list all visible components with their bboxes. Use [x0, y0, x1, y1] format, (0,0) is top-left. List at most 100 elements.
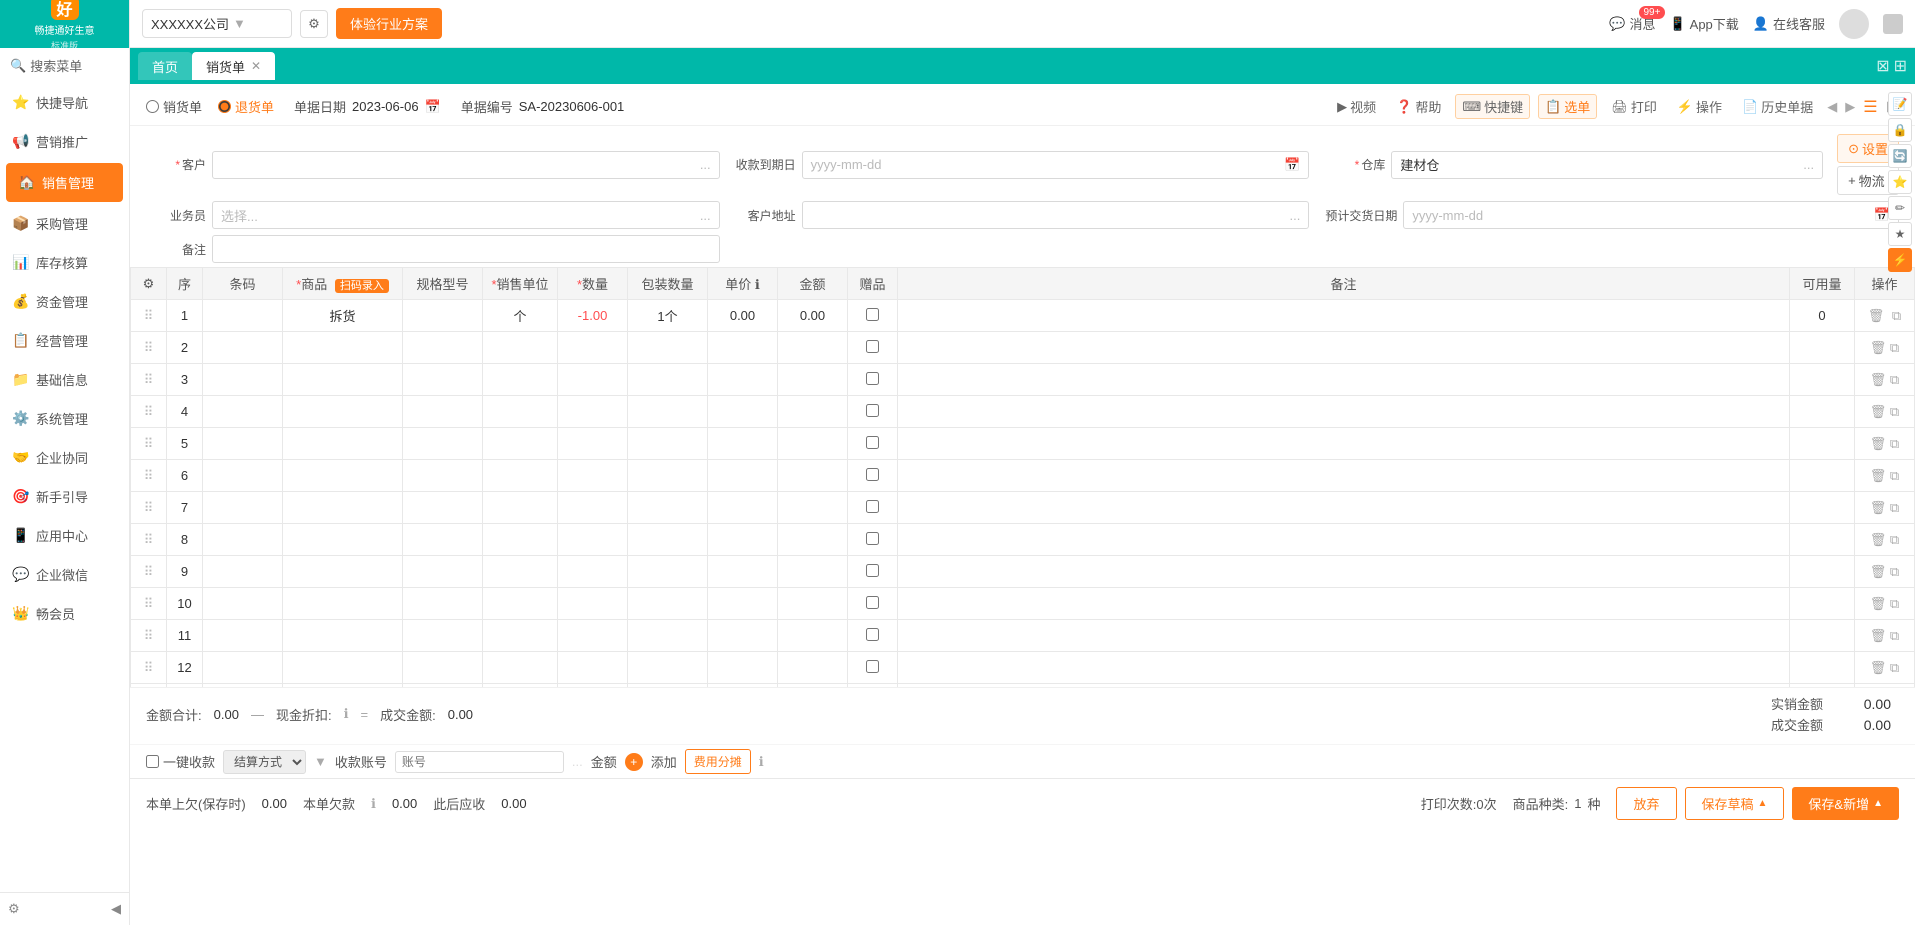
tab-grid-icon[interactable]: ⊞ [1894, 56, 1907, 76]
video-btn[interactable]: ▶ 视频 [1331, 94, 1382, 119]
tab-close-icon[interactable]: ✕ [251, 59, 261, 73]
account-input[interactable] [395, 751, 564, 773]
col-pkgqty: 包装数量 [628, 268, 708, 300]
customer-input[interactable]: ... [212, 151, 720, 179]
calendar-icon[interactable]: 📅 [425, 99, 441, 115]
history-btn[interactable]: 📄 历史单据 [1736, 94, 1819, 119]
row1-delete-icon[interactable]: 🗑 [1868, 308, 1885, 323]
warehouse-input[interactable]: 建材仓 ... [1391, 151, 1823, 179]
sidebar-search[interactable]: 🔍 搜索菜单 [0, 48, 129, 83]
settings-gear-icon[interactable]: ⚙ [8, 901, 20, 917]
sidebar-item-marketing[interactable]: 📢 营销推广 [0, 122, 129, 161]
radio-sales-input[interactable] [146, 100, 159, 113]
row1-product[interactable]: 拆货 [283, 300, 403, 332]
app-download-btn[interactable]: 📱 App下载 [1669, 14, 1738, 33]
sidebar-item-shortcut[interactable]: ⭐ 快捷导航 [0, 83, 129, 122]
col-notes: 备注 [898, 268, 1790, 300]
row1-barcode[interactable] [203, 300, 283, 332]
side-btn-6[interactable]: ★ [1888, 222, 1912, 246]
user-avatar[interactable] [1839, 9, 1869, 39]
product-type-suffix: 种 [1587, 794, 1600, 813]
row1-gift[interactable] [848, 300, 898, 332]
row1-price[interactable]: 0.00 [708, 300, 778, 332]
col-barcode: 条码 [203, 268, 283, 300]
member-icon: 👑 [12, 605, 30, 623]
row1-amount[interactable]: 0.00 [778, 300, 848, 332]
one-click-payment[interactable]: 一键收款 [146, 752, 215, 771]
sidebar-item-sales[interactable]: 🏠 销售管理 [6, 163, 123, 202]
expected-collect-label: 此后应收 [433, 794, 485, 813]
print-btn[interactable]: 🖨 打印 [1605, 94, 1663, 119]
cash-discount-label: 现金折扣: [276, 705, 332, 724]
experience-btn[interactable]: 体验行业方案 [336, 8, 442, 39]
save-draft-btn[interactable]: 保存草稿 ▲ [1685, 787, 1785, 820]
side-btn-orange[interactable]: ⚡ [1888, 248, 1912, 272]
ops-label: 经营管理 [36, 331, 88, 350]
choose-order-btn[interactable]: 📋 选单 [1538, 94, 1597, 119]
close-all-tabs-icon[interactable]: ⊠ [1876, 56, 1889, 76]
company-selector[interactable]: XXXXXX公司 ▼ [142, 9, 292, 38]
expense-btn[interactable]: 费用分摊 [685, 749, 751, 774]
sidebar-item-purchase[interactable]: 📦 采购管理 [0, 204, 129, 243]
side-btn-4[interactable]: ⭐ [1888, 170, 1912, 194]
row1-spec[interactable] [403, 300, 483, 332]
abandon-btn[interactable]: 放弃 [1616, 787, 1676, 820]
sidebar-item-member[interactable]: 👑 畅会员 [0, 594, 129, 633]
due-date-placeholder: yyyy-mm-dd [811, 157, 882, 172]
row1-notes[interactable] [898, 300, 1790, 332]
due-date-input[interactable]: yyyy-mm-dd 📅 [802, 151, 1310, 179]
sidebar-item-collab[interactable]: 🤝 企业协同 [0, 438, 129, 477]
amount-total-val: 0.00 [214, 707, 239, 722]
apps-icon: 📱 [12, 527, 30, 545]
sidebar-item-apps[interactable]: 📱 应用中心 [0, 516, 129, 555]
warehouse-value: 建材仓 [1400, 155, 1439, 174]
side-btn-2[interactable]: 🔒 [1888, 118, 1912, 142]
row1-qty[interactable]: -1.00 [558, 300, 628, 332]
method-select[interactable]: 结算方式 [223, 750, 306, 774]
sidebar-item-system[interactable]: ⚙️ 系统管理 [0, 399, 129, 438]
product-type-stats: 商品种类: 1 种 [1513, 794, 1601, 813]
save-new-btn[interactable]: 保存&新增 ▲ [1792, 787, 1899, 820]
table-row: ⠿9🗑 ⧉ [131, 556, 1915, 588]
sidebar-item-ops[interactable]: 📋 经营管理 [0, 321, 129, 360]
row1-pkgqty[interactable]: 1个 [628, 300, 708, 332]
remark-input[interactable] [212, 235, 720, 263]
row1-unit[interactable]: 个 [483, 300, 558, 332]
list-view-icon[interactable]: ☰ [1863, 97, 1877, 117]
operate-btn[interactable]: ⚡ 操作 [1671, 94, 1728, 119]
side-btn-1[interactable]: 📝 [1888, 92, 1912, 116]
sidebar-item-finance[interactable]: 💰 资金管理 [0, 282, 129, 321]
sidebar-item-basic[interactable]: 📁 基础信息 [0, 360, 129, 399]
expected-date-input[interactable]: yyyy-mm-dd 📅 [1403, 201, 1899, 229]
scan-btn[interactable]: 扫码录入 [335, 279, 389, 293]
shortcuts-btn[interactable]: ⌨ 快捷键 [1455, 94, 1530, 119]
salesman-input[interactable]: 选择... ... [212, 201, 720, 229]
radio-sales-order[interactable]: 销货单 [146, 97, 202, 116]
help-btn[interactable]: ❓ 帮助 [1390, 94, 1447, 119]
save-draft-label: 保存草稿 [1702, 794, 1754, 813]
online-service-btn[interactable]: 👤 在线客服 [1753, 14, 1825, 33]
side-buttons: 📝 🔒 🔄 ⭐ ✏ ★ ⚡ [1885, 84, 1915, 925]
sidebar-item-newbie[interactable]: 🎯 新手引导 [0, 477, 129, 516]
radio-return-order[interactable]: 退货单 [218, 97, 274, 116]
radio-return-input[interactable] [218, 100, 231, 113]
side-btn-3[interactable]: 🔄 [1888, 144, 1912, 168]
row1-gift-check[interactable] [866, 308, 879, 321]
collapse-icon[interactable]: ◀ [111, 901, 121, 917]
message-btn[interactable]: 💬 消息 99+ [1609, 14, 1655, 33]
customer-addr-input[interactable]: ... [802, 201, 1310, 229]
col-available: 可用量 [1790, 268, 1855, 300]
one-click-check[interactable] [146, 755, 159, 768]
add-payment-btn[interactable]: + [625, 753, 643, 771]
sidebar-item-stock[interactable]: 📊 库存核算 [0, 243, 129, 282]
table-row: ⠿3🗑 ⧉ [131, 364, 1915, 396]
company-settings-btn[interactable]: ⚙ [300, 10, 328, 38]
tab-home[interactable]: 首页 [138, 52, 192, 80]
choose-icon: 📋 [1545, 99, 1561, 115]
sidebar-item-wechat[interactable]: 💬 企业微信 [0, 555, 129, 594]
next-icon[interactable]: ▶ [1845, 99, 1855, 115]
tab-sales-order[interactable]: 销货单 ✕ [192, 52, 275, 80]
shortcuts-label: 快捷键 [1484, 97, 1523, 116]
prev-icon[interactable]: ◀ [1827, 99, 1837, 115]
side-btn-5[interactable]: ✏ [1888, 196, 1912, 220]
